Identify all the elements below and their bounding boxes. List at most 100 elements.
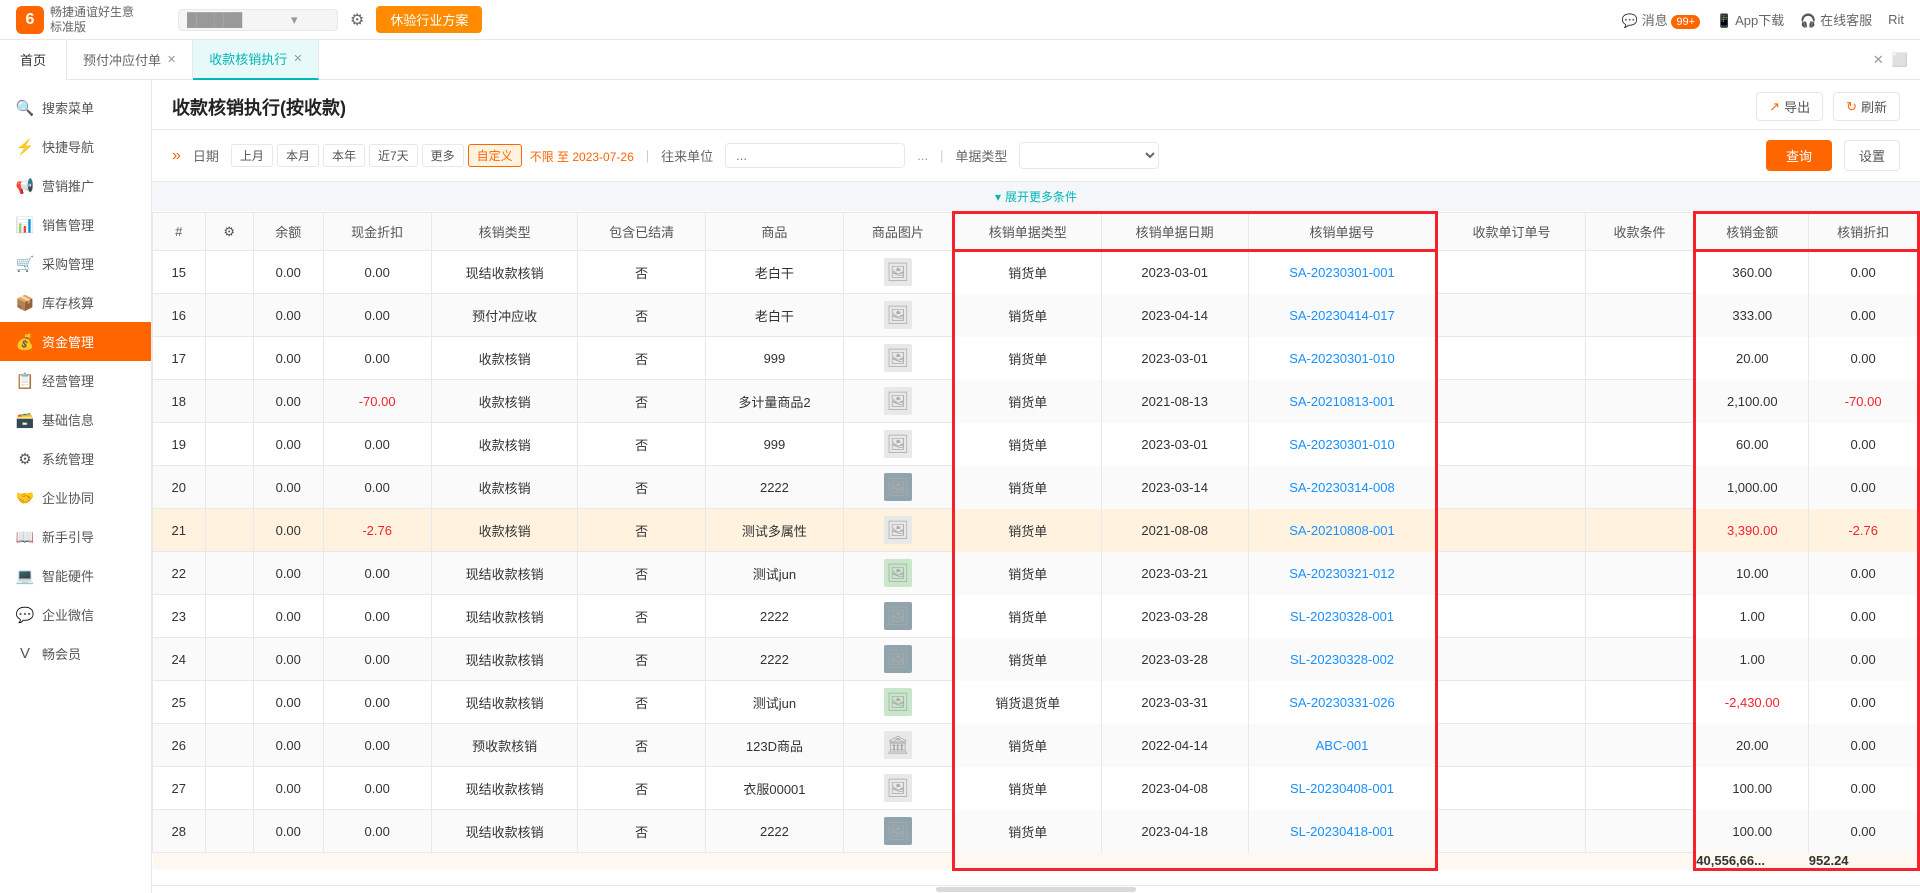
verify-no-link-7[interactable]: SA-20230321-012 xyxy=(1289,566,1395,581)
cell-goods-4: 999 xyxy=(705,423,843,466)
cell-cash_discount-3: -70.00 xyxy=(323,380,431,423)
7days-btn[interactable]: 近7天 xyxy=(369,144,418,167)
sidebar-label-4: 采购管理 xyxy=(42,254,94,273)
sidebar-item-14[interactable]: V畅会员 xyxy=(0,634,151,673)
verify-no-link-6[interactable]: SA-20210808-001 xyxy=(1289,523,1395,538)
table-row: 160.000.00预付冲应收否老白干🖼销货单2023-04-14SA-2023… xyxy=(153,294,1919,337)
this-month-btn[interactable]: 本月 xyxy=(277,144,319,167)
cell-verify_no-8[interactable]: SL-20230328-001 xyxy=(1248,595,1437,638)
cell-verify_no-10[interactable]: SA-20230331-026 xyxy=(1248,681,1437,724)
verify-no-link-13[interactable]: SL-20230418-001 xyxy=(1290,824,1394,839)
cell-verify_no-4[interactable]: SA-20230301-010 xyxy=(1248,423,1437,466)
cell-verify_date-11: 2022-04-14 xyxy=(1101,724,1248,767)
prepay-tab-label: 预付冲应付单 xyxy=(83,50,161,69)
cell-verify_no-12[interactable]: SL-20230408-001 xyxy=(1248,767,1437,810)
maximize-icon[interactable]: ⬜ xyxy=(1892,52,1908,68)
verify-no-link-10[interactable]: SA-20230331-026 xyxy=(1289,695,1395,710)
cell-verify_no-7[interactable]: SA-20230321-012 xyxy=(1248,552,1437,595)
logo-icon: 6 xyxy=(16,6,44,34)
cell-include_cleared-12: 否 xyxy=(578,767,705,810)
query-btn[interactable]: 查询 xyxy=(1766,140,1832,171)
cell-verify_type-0: 现结收款核销 xyxy=(431,251,578,294)
sidebar-item-4[interactable]: 🛒采购管理 xyxy=(0,244,151,283)
setting-filter-btn[interactable]: 设置 xyxy=(1844,140,1900,171)
message-badge: 99+ xyxy=(1671,15,1700,29)
expand-conditions-btn[interactable]: ▾ 展开更多条件 xyxy=(995,188,1077,205)
verify-no-link-3[interactable]: SA-20210813-001 xyxy=(1289,394,1395,409)
custom-btn[interactable]: 自定义 xyxy=(468,144,522,167)
verify-tab-close[interactable]: ✕ xyxy=(293,52,302,65)
sidebar-item-13[interactable]: 💬企业微信 xyxy=(0,595,151,634)
col-header-cash_discount: 现金折扣 xyxy=(323,213,431,251)
sidebar-item-9[interactable]: ⚙系统管理 xyxy=(0,439,151,478)
gear-icon[interactable]: ⚙ xyxy=(350,10,364,30)
cell-include_cleared-7: 否 xyxy=(578,552,705,595)
app-download-btn[interactable]: 📱 App下载 xyxy=(1716,10,1784,29)
col-header-goods_img: 商品图片 xyxy=(844,213,954,251)
tab-prepay[interactable]: 预付冲应付单 ✕ xyxy=(67,40,193,80)
this-year-btn[interactable]: 本年 xyxy=(323,144,365,167)
from-unit-input[interactable] xyxy=(725,143,905,168)
voucher-type-select[interactable] xyxy=(1019,142,1159,169)
cell-verify_no-1[interactable]: SA-20230414-017 xyxy=(1248,294,1437,337)
message-area[interactable]: 💬 消息 99+ xyxy=(1622,10,1700,29)
sidebar-item-0[interactable]: 🔍搜索菜单 xyxy=(0,88,151,127)
sidebar-item-8[interactable]: 🗃️基础信息 xyxy=(0,400,151,439)
more-btn[interactable]: 更多 xyxy=(422,144,464,167)
sidebar-item-11[interactable]: 📖新手引导 xyxy=(0,517,151,556)
verify-no-link-12[interactable]: SL-20230408-001 xyxy=(1290,781,1394,796)
col-header-settings[interactable]: ⚙ xyxy=(205,213,253,251)
top-right-area: 💬 消息 99+ 📱 App下载 🎧 在线客服 Rit xyxy=(1622,10,1904,29)
cell-balance-7: 0.00 xyxy=(253,552,323,595)
sidebar-item-3[interactable]: 📊销售管理 xyxy=(0,205,151,244)
verify-no-link-9[interactable]: SL-20230328-002 xyxy=(1290,652,1394,667)
sidebar-item-10[interactable]: 🤝企业协同 xyxy=(0,478,151,517)
cell-verify_voucher_type-0: 销货单 xyxy=(953,251,1101,294)
cell-verify_type-10: 现结收款核销 xyxy=(431,681,578,724)
expand-arrow-btn[interactable]: » xyxy=(172,147,181,165)
close-icon[interactable]: ✕ xyxy=(1873,52,1884,68)
cell-verify_amount-3: 2,100.00 xyxy=(1695,380,1809,423)
verify-no-link-0[interactable]: SA-20230301-001 xyxy=(1289,265,1395,280)
cell-verify_amount-1: 333.00 xyxy=(1695,294,1809,337)
sidebar-item-2[interactable]: 📢营销推广 xyxy=(0,166,151,205)
cell-receipt_condition-10 xyxy=(1585,681,1695,724)
sidebar-icon-8: 🗃️ xyxy=(16,411,34,429)
company-selector[interactable]: ██████ ▾ xyxy=(178,9,338,31)
cell-verify_no-5[interactable]: SA-20230314-008 xyxy=(1248,466,1437,509)
cell-verify_no-2[interactable]: SA-20230301-010 xyxy=(1248,337,1437,380)
cell-cash_discount-4: 0.00 xyxy=(323,423,431,466)
sidebar-icon-1: ⚡ xyxy=(16,138,34,156)
sidebar-item-12[interactable]: 💻智能硬件 xyxy=(0,556,151,595)
verify-no-link-2[interactable]: SA-20230301-010 xyxy=(1289,351,1395,366)
cell-verify_no-11[interactable]: ABC-001 xyxy=(1248,724,1437,767)
online-service-btn[interactable]: 🎧 在线客服 xyxy=(1800,10,1872,29)
cell-verify_no-9[interactable]: SL-20230328-002 xyxy=(1248,638,1437,681)
cell-verify_no-6[interactable]: SA-20210808-001 xyxy=(1248,509,1437,552)
sidebar-item-5[interactable]: 📦库存核算 xyxy=(0,283,151,322)
verify-no-link-8[interactable]: SL-20230328-001 xyxy=(1290,609,1394,624)
sidebar-item-1[interactable]: ⚡快捷导航 xyxy=(0,127,151,166)
cell-verify_no-0[interactable]: SA-20230301-001 xyxy=(1248,251,1437,294)
refresh-btn[interactable]: ↻ 刷新 xyxy=(1833,92,1900,121)
industry-solution-btn[interactable]: 休验行业方案 xyxy=(376,6,482,33)
cell-verify_no-3[interactable]: SA-20210813-001 xyxy=(1248,380,1437,423)
tab-home[interactable]: 首页 xyxy=(0,40,67,80)
cell-verify_no-13[interactable]: SL-20230418-001 xyxy=(1248,810,1437,853)
user-name[interactable]: Rit xyxy=(1888,12,1904,27)
cell-receipt_condition-0 xyxy=(1585,251,1695,294)
export-btn[interactable]: ↗ 导出 xyxy=(1756,92,1823,121)
verify-no-link-1[interactable]: SA-20230414-017 xyxy=(1289,308,1395,323)
sidebar-item-7[interactable]: 📋经营管理 xyxy=(0,361,151,400)
cell-verify_type-2: 收款核销 xyxy=(431,337,578,380)
sidebar-item-6[interactable]: 💰资金管理 xyxy=(0,322,151,361)
verify-no-link-4[interactable]: SA-20230301-010 xyxy=(1289,437,1395,452)
col-header-num: # xyxy=(153,213,206,251)
verify-no-link-5[interactable]: SA-20230314-008 xyxy=(1289,480,1395,495)
prepay-tab-close[interactable]: ✕ xyxy=(167,53,176,66)
last-month-btn[interactable]: 上月 xyxy=(231,144,273,167)
verify-no-link-11[interactable]: ABC-001 xyxy=(1316,738,1369,753)
tab-verify[interactable]: 收款核销执行 ✕ xyxy=(193,40,319,80)
cell-verify_voucher_type-6: 销货单 xyxy=(953,509,1101,552)
sidebar-icon-10: 🤝 xyxy=(16,489,34,507)
